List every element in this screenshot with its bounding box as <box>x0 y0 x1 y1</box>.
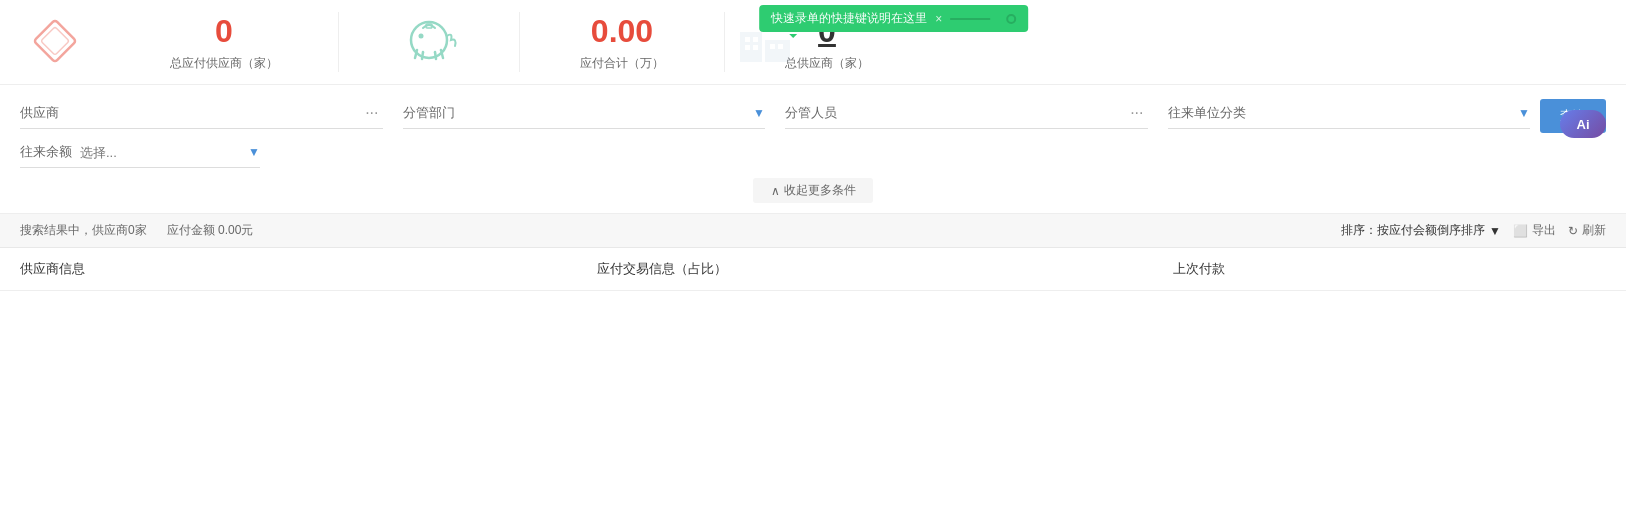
tooltip-bubble: 快速录单的快捷键说明在这里 × <box>759 5 1028 32</box>
category-input[interactable] <box>1254 105 1519 120</box>
export-button[interactable]: ⬜ 导出 <box>1513 222 1556 239</box>
category-caret-icon[interactable]: ▼ <box>1518 106 1530 120</box>
supplier-dots[interactable]: ··· <box>365 104 378 122</box>
result-suppliers: 搜索结果中，供应商0家 <box>20 222 147 239</box>
filter-supplier: 供应商 ··· <box>20 104 383 129</box>
balance-caret-icon[interactable]: ▼ <box>248 145 260 159</box>
stat-number-payable-suppliers: 0 <box>215 12 233 50</box>
refresh-button[interactable]: ↻ 刷新 <box>1568 222 1606 239</box>
balance-input[interactable] <box>80 145 248 160</box>
filter-row-2: 往来余额 ▼ <box>20 143 1606 168</box>
table-header: 供应商信息 应付交易信息（占比） 上次付款 <box>0 248 1626 291</box>
svg-rect-7 <box>745 37 750 42</box>
tooltip-close-icon[interactable]: × <box>935 12 942 26</box>
collapse-label: 收起更多条件 <box>784 182 856 199</box>
collapse-button[interactable]: ∧ 收起更多条件 <box>753 178 873 203</box>
supplier-label: 供应商 <box>20 104 59 122</box>
svg-rect-9 <box>745 45 750 50</box>
col-supplier-header: 供应商信息 <box>20 260 597 278</box>
logo-icon <box>30 16 110 69</box>
col-transaction-header: 应付交易信息（占比） <box>597 260 1174 278</box>
person-dots[interactable]: ··· <box>1130 104 1143 122</box>
tooltip-dot <box>1006 14 1016 24</box>
stat-label-total-suppliers: 总供应商（家） <box>785 55 869 72</box>
svg-rect-12 <box>778 44 783 49</box>
dept-label: 分管部门 <box>403 104 455 122</box>
ai-button-area: Ai <box>1560 110 1606 138</box>
sort-caret-icon: ▼ <box>1489 224 1501 238</box>
table-area: 供应商信息 应付交易信息（占比） 上次付款 <box>0 248 1626 515</box>
export-icon: ⬜ <box>1513 224 1528 238</box>
dept-input[interactable] <box>463 105 754 120</box>
result-actions: 排序：按应付会额倒序排序 ▼ ⬜ 导出 ↻ 刷新 <box>1341 222 1606 239</box>
category-label: 往来单位分类 <box>1168 104 1246 122</box>
result-summary: 搜索结果中，供应商0家 应付金额 0.00元 <box>20 222 253 239</box>
stats-bar: 0 总应付供应商（家） 0.00 应付合计（万） 快速录单的快捷键说明在这里 × <box>0 0 1626 85</box>
filter-dept: 分管部门 ▼ <box>403 104 766 129</box>
filter-area: 供应商 ··· 分管部门 ▼ 分管人员 ··· 往来单位分类 ▼ 查询 往来余额 <box>0 85 1626 214</box>
balance-label: 往来余额 <box>20 143 72 161</box>
person-label: 分管人员 <box>785 104 837 122</box>
filter-balance: 往来余额 ▼ <box>20 143 260 168</box>
col-lastpay-header: 上次付款 <box>1173 260 1606 278</box>
person-input[interactable] <box>845 105 1130 120</box>
refresh-label: 刷新 <box>1582 222 1606 239</box>
result-bar: 搜索结果中，供应商0家 应付金额 0.00元 排序：按应付会额倒序排序 ▼ ⬜ … <box>0 214 1626 248</box>
refresh-icon: ↻ <box>1568 224 1578 238</box>
tooltip-text: 快速录单的快捷键说明在这里 <box>771 10 927 27</box>
sort-label: 排序：按应付会额倒序排序 <box>1341 222 1485 239</box>
svg-rect-5 <box>740 32 762 62</box>
svg-rect-11 <box>770 44 775 49</box>
svg-rect-10 <box>753 45 758 50</box>
piggy-icon-area <box>339 12 520 72</box>
table-body <box>0 291 1626 515</box>
stat-number-payable-total: 0.00 <box>591 12 653 50</box>
svg-point-3 <box>419 34 424 39</box>
svg-rect-8 <box>753 37 758 42</box>
filter-row-1: 供应商 ··· 分管部门 ▼ 分管人员 ··· 往来单位分类 ▼ 查询 <box>20 99 1606 133</box>
stat-total-payable-suppliers: 0 总应付供应商（家） <box>110 12 339 71</box>
result-amount: 应付金额 0.00元 <box>167 222 254 239</box>
collapse-arrow-icon: ∧ <box>771 184 780 198</box>
filter-person: 分管人员 ··· <box>785 104 1148 129</box>
sort-dropdown[interactable]: 排序：按应付会额倒序排序 ▼ <box>1341 222 1501 239</box>
stat-label-payable-suppliers: 总应付供应商（家） <box>170 55 278 72</box>
export-label: 导出 <box>1532 222 1556 239</box>
supplier-input[interactable] <box>67 105 365 120</box>
svg-rect-6 <box>765 40 790 62</box>
stat-label-payable-total: 应付合计（万） <box>580 55 664 72</box>
filter-category: 往来单位分类 ▼ <box>1168 104 1531 129</box>
dept-caret-icon[interactable]: ▼ <box>753 106 765 120</box>
ai-button[interactable]: Ai <box>1560 110 1606 138</box>
tooltip-line <box>950 18 990 20</box>
stat-payable-total: 0.00 应付合计（万） <box>520 12 725 71</box>
svg-rect-0 <box>34 19 76 61</box>
